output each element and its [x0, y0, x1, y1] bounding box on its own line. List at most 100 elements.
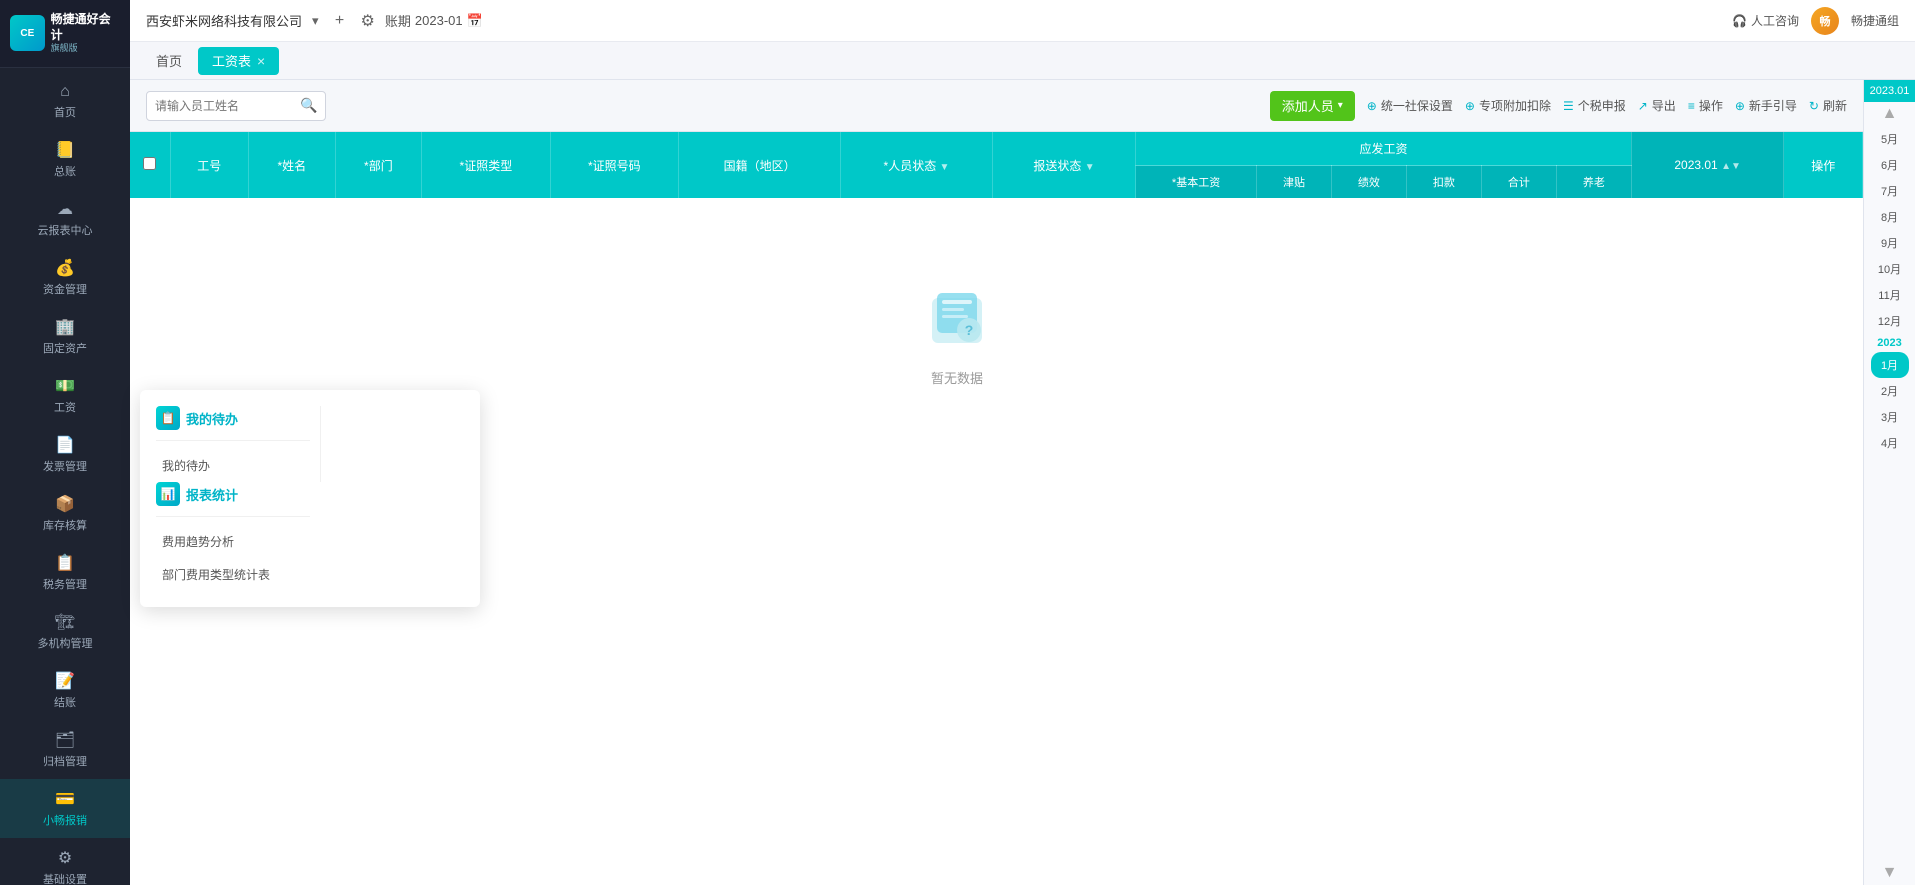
- archive-icon: 🗂: [55, 730, 75, 750]
- operation-icon: ≡: [1688, 99, 1695, 113]
- col-base-wage: *基本工资: [1136, 166, 1257, 199]
- tab-close-icon[interactable]: ×: [257, 53, 265, 69]
- month-9[interactable]: 9月: [1871, 230, 1909, 256]
- headset-icon: 🎧: [1732, 14, 1747, 28]
- salary-icon: 💵: [55, 376, 75, 396]
- col-allowance: 津贴: [1256, 166, 1331, 199]
- popup-item-my-todo[interactable]: 我的待办: [156, 449, 310, 482]
- col-id-number: *证照号码: [550, 132, 678, 198]
- sidebar-item-tax[interactable]: 📋 税务管理: [0, 543, 130, 602]
- month-2[interactable]: 2月: [1871, 378, 1909, 404]
- expense-icon: 💳: [55, 789, 75, 809]
- col-status: *人员状态 ▼: [841, 132, 993, 198]
- sidebar-item-fund[interactable]: 💰 资金管理: [0, 248, 130, 307]
- user-name[interactable]: 畅捷通组: [1851, 12, 1899, 29]
- report-icon: 📊: [156, 482, 180, 506]
- sidebar-item-label: 云报表中心: [38, 222, 93, 238]
- popup-item-dept-stats[interactable]: 部门费用类型统计表: [156, 558, 310, 591]
- sidebar-item-expense[interactable]: 💳 小畅报销: [0, 779, 130, 838]
- invoice-icon: 📄: [55, 435, 75, 455]
- empty-text: 暂无数据: [931, 368, 983, 387]
- popup-divider: [320, 406, 321, 482]
- sidebar-item-basic-settings[interactable]: ⚙ 基础设置: [0, 838, 130, 885]
- sidebar-item-archive[interactable]: 🗂 归档管理: [0, 720, 130, 779]
- cloud-icon: ☁: [57, 199, 73, 219]
- sidebar-item-inventory[interactable]: 📦 库存核算: [0, 484, 130, 543]
- sidebar-item-label: 发票管理: [43, 458, 87, 474]
- month-11[interactable]: 11月: [1871, 282, 1909, 308]
- dropdown-arrow-icon: ▾: [1338, 100, 1343, 111]
- operation-button[interactable]: ≡ 操作: [1688, 97, 1723, 114]
- sidebar-item-label: 税务管理: [43, 576, 87, 592]
- app-logo: CE 畅捷通好会计 旗舰版: [0, 0, 130, 68]
- sidebar-nav: ⌂ 首页 📒 总账 ☁ 云报表中心 💰 资金管理 🏢 固定资产 💵 工资: [0, 68, 130, 885]
- month-7[interactable]: 7月: [1871, 178, 1909, 204]
- export-button[interactable]: ↗ 导出: [1638, 97, 1676, 114]
- calendar-icon[interactable]: 📅: [467, 13, 483, 29]
- month-5[interactable]: 5月: [1871, 126, 1909, 152]
- timeline-header: 2023.01: [1864, 80, 1915, 102]
- sidebar-item-label: 总账: [54, 163, 76, 179]
- popup-col-report: 📊 报表统计 费用趋势分析 部门费用类型统计表: [156, 482, 310, 591]
- todo-icon: 📋: [156, 406, 180, 430]
- sidebar-item-label: 库存核算: [43, 517, 87, 533]
- company-name: 西安虾米网络科技有限公司: [146, 11, 302, 30]
- sidebar-item-cloud-report[interactable]: ☁ 云报表中心: [0, 189, 130, 248]
- search-box: 🔍: [146, 91, 326, 121]
- search-input[interactable]: [155, 99, 295, 113]
- tab-home[interactable]: 首页: [142, 47, 196, 75]
- service-button[interactable]: 🎧 人工咨询: [1732, 12, 1799, 29]
- company-dropdown-icon[interactable]: ▾: [312, 13, 319, 29]
- sidebar-item-settlement[interactable]: 📝 结账: [0, 661, 130, 720]
- settings-button[interactable]: ⚙: [361, 11, 375, 31]
- social-security-button[interactable]: ⊕ 统一社保设置: [1367, 97, 1453, 114]
- col-number: 工号: [170, 132, 248, 198]
- col-name: *姓名: [248, 132, 335, 198]
- sidebar-item-multi-org[interactable]: 🏗 多机构管理: [0, 602, 130, 661]
- timeline-months: 5月 6月 7月 8月 9月 10月 11月 12月 2023 1月 2月 3月…: [1871, 126, 1909, 861]
- month-4[interactable]: 4月: [1871, 430, 1909, 456]
- search-icon[interactable]: 🔍: [300, 97, 317, 114]
- sidebar-item-label: 固定资产: [43, 340, 87, 356]
- tab-salary[interactable]: 工资表 ×: [198, 47, 279, 75]
- refresh-button[interactable]: ↻ 刷新: [1809, 97, 1847, 114]
- special-deduction-button[interactable]: ⊕ 专项附加扣除: [1465, 97, 1551, 114]
- popup-todo-title: 我的待办: [186, 409, 238, 428]
- popup-col-todo-header: 📋 我的待办: [156, 406, 310, 441]
- year-2023-label: 2023: [1877, 334, 1901, 352]
- timeline-down-arrow[interactable]: ▼: [1879, 861, 1901, 885]
- sidebar-item-label: 首页: [54, 104, 76, 120]
- period-display: 账期 2023-01 📅: [385, 11, 483, 30]
- add-person-button[interactable]: 添加人员 ▾: [1270, 91, 1355, 121]
- sidebar-item-label: 资金管理: [43, 281, 87, 297]
- select-all-checkbox[interactable]: [143, 157, 156, 170]
- month-12[interactable]: 12月: [1871, 308, 1909, 334]
- sidebar-item-home[interactable]: ⌂ 首页: [0, 73, 130, 130]
- sidebar-item-invoice[interactable]: 📄 发票管理: [0, 425, 130, 484]
- tab-bar: 首页 工资表 ×: [130, 42, 1915, 80]
- sidebar-item-salary[interactable]: 💵 工资: [0, 366, 130, 425]
- home-icon: ⌂: [60, 83, 70, 101]
- col-performance: 绩效: [1331, 166, 1406, 199]
- top-bar: 西安虾米网络科技有限公司 ▾ + ⚙ 账期 2023-01 📅 🎧 人工咨询 畅…: [130, 0, 1915, 42]
- new-guide-button[interactable]: ⊕ 新手引导: [1735, 97, 1797, 114]
- month-8[interactable]: 8月: [1871, 204, 1909, 230]
- logo-icon: CE: [10, 15, 45, 51]
- logo-text: 畅捷通好会计 旗舰版: [51, 12, 120, 55]
- col-date: 2023.01 ▲▼: [1631, 132, 1784, 198]
- month-1-current[interactable]: 1月: [1871, 352, 1909, 378]
- sidebar-item-ledger[interactable]: 📒 总账: [0, 130, 130, 189]
- month-6[interactable]: 6月: [1871, 152, 1909, 178]
- individual-tax-button[interactable]: ☰ 个税申报: [1563, 97, 1626, 114]
- building-icon: 🏢: [55, 317, 75, 337]
- popup-col-todo: 📋 我的待办 我的待办: [156, 406, 310, 482]
- month-3[interactable]: 3月: [1871, 404, 1909, 430]
- month-10[interactable]: 10月: [1871, 256, 1909, 282]
- popup-report-title: 报表统计: [186, 485, 238, 504]
- add-company-button[interactable]: +: [329, 10, 351, 32]
- popup-item-trend[interactable]: 费用趋势分析: [156, 525, 310, 558]
- user-avatar: 畅: [1811, 7, 1839, 35]
- timeline-up-arrow[interactable]: ▲: [1879, 102, 1901, 126]
- tax-report-icon: ☰: [1563, 99, 1574, 113]
- sidebar-item-fixed-assets[interactable]: 🏢 固定资产: [0, 307, 130, 366]
